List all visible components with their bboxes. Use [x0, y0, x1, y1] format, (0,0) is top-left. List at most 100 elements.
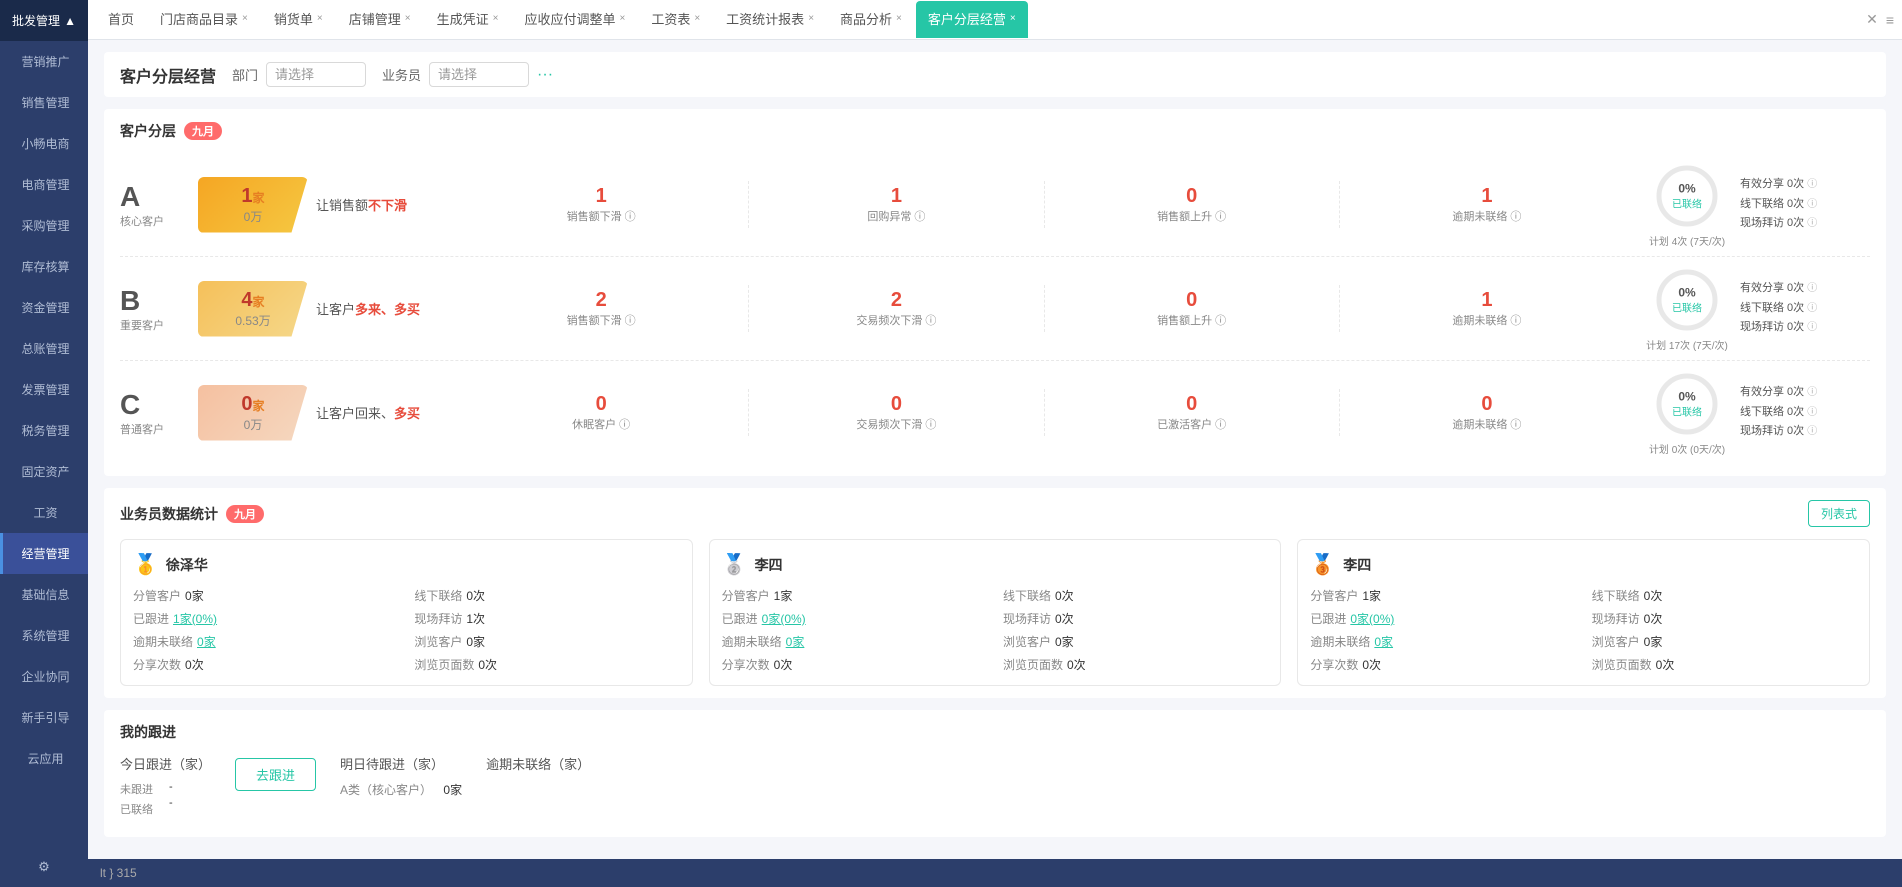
stat-box[interactable]: 0交易频次下滑 ⓘ [749, 389, 1044, 436]
biz-month-badge: 九月 [226, 505, 264, 523]
tier-slogan: 让客户多来、多买 [316, 299, 446, 318]
sidebar-item-工资[interactable]: 工资 [0, 492, 88, 533]
sidebar-item-资金管理[interactable]: 资金管理 [0, 287, 88, 328]
circle-pct: 0% [1672, 390, 1702, 404]
tier-row-C: C普通客户0家0万让客户回来、多买0休眠客户 ⓘ0交易频次下滑 ⓘ0已激活客户 … [120, 361, 1870, 464]
sales-select[interactable]: 请选择 [429, 62, 529, 87]
sidebar-item-新手引导[interactable]: 新手引导 [0, 697, 88, 738]
stat-label: 已激活客户 ⓘ [1053, 416, 1331, 432]
biz-item-val[interactable]: 0家(0%) [762, 610, 806, 627]
sidebar-item-库存核算[interactable]: 库存核算 [0, 246, 88, 287]
biz-item-val: 0次 [1656, 656, 1675, 673]
tomorrow-followup-col: 明日待跟进（家） A类（核心客户） 0家 [340, 754, 462, 798]
tab-close-icon[interactable]: × [317, 13, 323, 24]
stat-box[interactable]: 1逾期未联络 ⓘ [1340, 285, 1634, 332]
sidebar-item-发票管理[interactable]: 发票管理 [0, 369, 88, 410]
sidebar-item-营销推广[interactable]: 营销推广 [0, 41, 88, 82]
tab-close-icon[interactable]: × [405, 13, 411, 24]
sidebar-logo[interactable]: 批发管理 ▲ [0, 0, 88, 41]
tab-close-icon[interactable]: × [493, 13, 499, 24]
circle-sub: 计划 17次 (7天/次) [1642, 337, 1732, 352]
content-area: 客户分层经营 部门 请选择 业务员 请选择 ··· 客户分层 九月 A核心客户1 [88, 40, 1902, 859]
biz-item-val[interactable]: 0家(0%) [1350, 610, 1394, 627]
dept-select[interactable]: 请选择 [266, 62, 366, 87]
tab-店铺管理[interactable]: 店铺管理× [337, 1, 423, 38]
tab-close-icon[interactable]: × [694, 13, 700, 24]
right-stat-item: 线下联络 0次 ⓘ [1740, 299, 1870, 319]
sidebar-item-税务管理[interactable]: 税务管理 [0, 410, 88, 451]
biz-item-val[interactable]: 1家(0%) [173, 610, 217, 627]
biz-stat-item: 已跟进1家(0%) [133, 610, 398, 627]
tab-close-icon[interactable]: × [896, 13, 902, 24]
sidebar-item-采购管理[interactable]: 采购管理 [0, 205, 88, 246]
tab-menu-icon[interactable]: ≡ [1886, 12, 1894, 28]
stat-box[interactable]: 1逾期未联络 ⓘ [1340, 181, 1634, 228]
stat-box[interactable]: 1销售额下滑 ⓘ [454, 181, 749, 228]
biz-item-val[interactable]: 0家 [786, 633, 805, 650]
biz-item-val: 0次 [185, 656, 204, 673]
stat-box[interactable]: 0已激活客户 ⓘ [1045, 389, 1340, 436]
tab-close-icon[interactable]: × [808, 13, 814, 24]
tab-生成凭证[interactable]: 生成凭证× [425, 1, 511, 38]
stat-box[interactable]: 0逾期未联络 ⓘ [1340, 389, 1634, 436]
chevron-down-icon: ▲ [64, 14, 76, 28]
tab-工资统计报表[interactable]: 工资统计报表× [714, 1, 826, 38]
biz-item-val: 0次 [1362, 656, 1381, 673]
stat-label: 休眠客户 ⓘ [462, 416, 740, 432]
biz-item-label: 浏览页面数 [1003, 656, 1063, 673]
sidebar-item-电商管理[interactable]: 电商管理 [0, 164, 88, 205]
tab-close-icon[interactable]: × [1010, 13, 1016, 24]
biz-item-val[interactable]: 0家 [1374, 633, 1393, 650]
biz-card-1: 🥈李四分管客户1家线下联络0次已跟进0家(0%)现场拜访0次逾期未联络0家浏览客… [709, 539, 1282, 686]
sidebar-item-总账管理[interactable]: 总账管理 [0, 328, 88, 369]
list-view-button[interactable]: 列表式 [1808, 500, 1870, 527]
page-header: 客户分层经营 部门 请选择 业务员 请选择 ··· [104, 52, 1886, 97]
circle-container: 0% 已联络 [1652, 369, 1722, 439]
biz-item-val[interactable]: 0家 [197, 633, 216, 650]
tier-count-box[interactable]: 0家0万 [198, 385, 308, 441]
right-stat-item: 现场拜访 0次 ⓘ [1740, 214, 1870, 234]
tab-close-icon[interactable]: × [619, 13, 625, 24]
tier-count-box[interactable]: 4家0.53万 [198, 281, 308, 337]
sidebar-item-小畅电商[interactable]: 小畅电商 [0, 123, 88, 164]
medal-icon: 🥉 [1310, 552, 1335, 577]
stat-box[interactable]: 2交易频次下滑 ⓘ [749, 285, 1044, 332]
stat-box[interactable]: 0休眠客户 ⓘ [454, 389, 749, 436]
sidebar-item-系统管理[interactable]: 系统管理 [0, 615, 88, 656]
tier-name: 核心客户 [120, 213, 190, 229]
tab-首页[interactable]: 首页 [96, 1, 146, 38]
followup-title: 我的跟进 [120, 722, 1870, 742]
tab-商品分析[interactable]: 商品分析× [828, 1, 914, 38]
stat-box[interactable]: 0销售额上升 ⓘ [1045, 285, 1340, 332]
tab-销货单[interactable]: 销货单 × [262, 1, 335, 38]
tab-客户分层经营[interactable]: 客户分层经营× [916, 1, 1028, 38]
biz-item-label: 分享次数 [133, 656, 181, 673]
tab-close-icon[interactable]: × [242, 13, 248, 24]
tab-门店商品目录[interactable]: 门店商品目录× [148, 1, 260, 38]
biz-stat-item: 线下联络0次 [1592, 587, 1857, 604]
settings-icon[interactable]: ⚙ [0, 847, 88, 887]
sidebar-item-基础信息[interactable]: 基础信息 [0, 574, 88, 615]
stat-box[interactable]: 2销售额下滑 ⓘ [454, 285, 749, 332]
sidebar-item-云应用[interactable]: 云应用 [0, 738, 88, 779]
tab-label: 销货单 [274, 9, 313, 28]
tier-count-box[interactable]: 1家0万 [198, 177, 308, 233]
sidebar-item-固定资产[interactable]: 固定资产 [0, 451, 88, 492]
tier-letter-box: C普通客户 [120, 389, 190, 437]
stat-box[interactable]: 0销售额上升 ⓘ [1045, 181, 1340, 228]
goto-followup-button[interactable]: 去跟进 [235, 758, 316, 791]
biz-stat-item: 分享次数0次 [133, 656, 398, 673]
tab-工资表[interactable]: 工资表× [639, 1, 712, 38]
biz-item-label: 浏览页面数 [1592, 656, 1652, 673]
close-all-icon[interactable]: ✕ [1866, 11, 1878, 28]
stat-num: 2 [757, 289, 1035, 312]
sidebar-item-经营管理[interactable]: 经营管理 [0, 533, 88, 574]
sidebar-item-企业协同[interactable]: 企业协同 [0, 656, 88, 697]
tab-应收应付调整单[interactable]: 应收应付调整单× [512, 1, 637, 38]
stat-box[interactable]: 1回购异常 ⓘ [749, 181, 1044, 228]
dept-label: 部门 [232, 65, 258, 84]
biz-item-label: 分管客户 [133, 587, 181, 604]
sidebar-item-销售管理[interactable]: 销售管理 [0, 82, 88, 123]
filter-more-icon[interactable]: ··· [537, 66, 553, 84]
biz-card-header: 🥉李四 [1310, 552, 1857, 577]
